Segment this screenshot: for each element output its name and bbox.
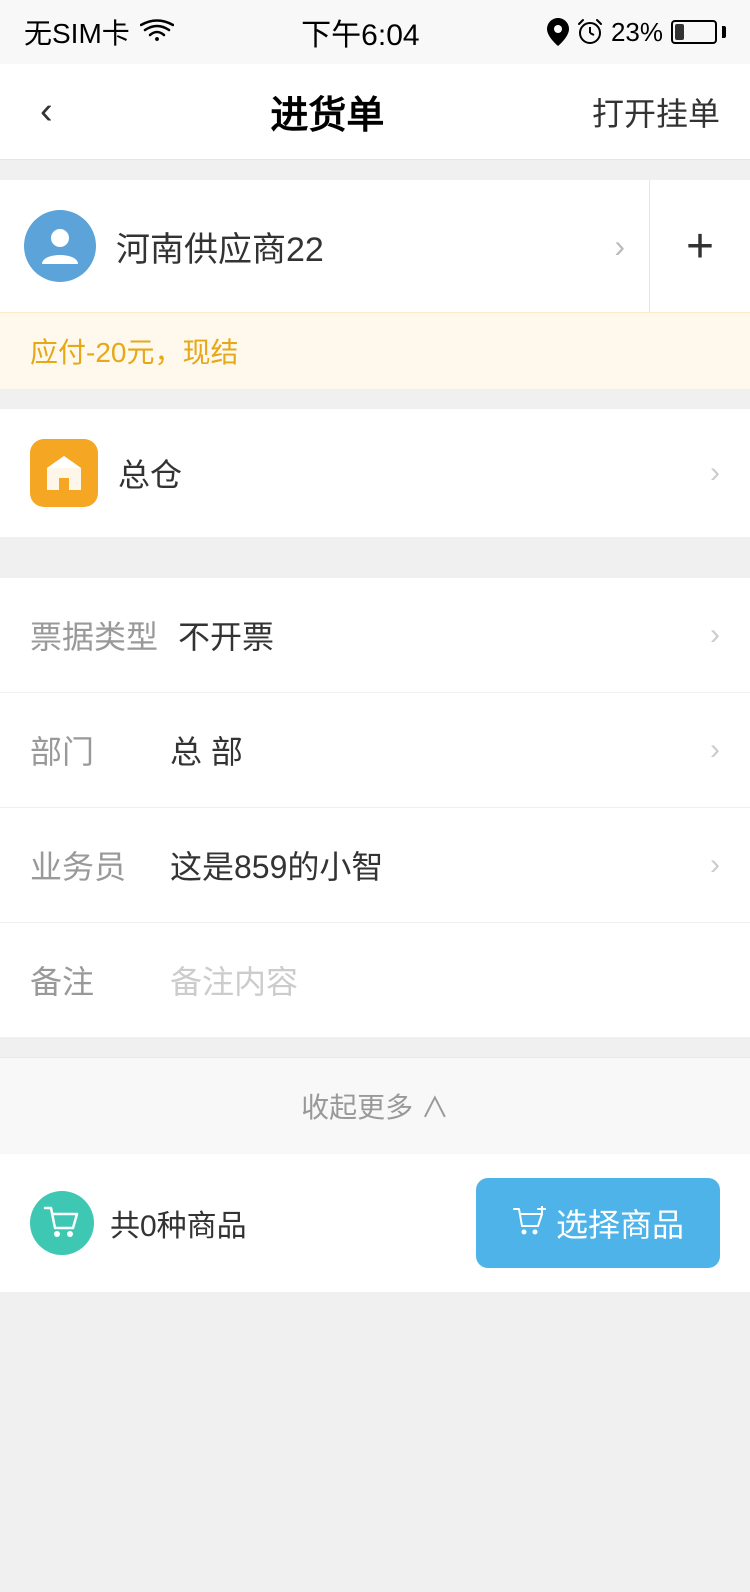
- alarm-icon: [577, 18, 603, 46]
- status-bar-time: 下午6:04: [301, 10, 419, 54]
- person-icon: [38, 224, 82, 268]
- supplier-chevron-icon: ›: [614, 228, 625, 265]
- invoice-type-chevron-icon: ›: [710, 618, 720, 652]
- wifi-icon: [140, 19, 174, 45]
- battery-icon: [671, 20, 726, 44]
- battery-percent: 23%: [611, 17, 663, 48]
- warehouse-chevron-icon: ›: [710, 456, 720, 490]
- form-fields-section: 票据类型 不开票 › 部门 总 部 › 业务员 这是859的小智 › 备注 备注…: [0, 578, 750, 1037]
- warehouse-selector[interactable]: 总仓 ›: [0, 409, 750, 538]
- remark-label: 备注: [30, 957, 150, 1003]
- status-bar-right: 23%: [547, 17, 726, 48]
- bottom-bar: 共0种商品 选择商品: [0, 1154, 750, 1292]
- add-supplier-button[interactable]: +: [650, 180, 750, 312]
- page-title: 进货单: [270, 84, 384, 139]
- status-bar: 无SIM卡 下午6:04 23%: [0, 0, 750, 64]
- select-product-button[interactable]: 选择商品: [476, 1178, 720, 1268]
- nav-bar: ‹ 进货单 打开挂单: [0, 64, 750, 160]
- cart-plus-icon: [512, 1206, 546, 1240]
- salesperson-value: 这是859的小智: [150, 842, 710, 888]
- open-pending-button[interactable]: 打开挂单: [592, 89, 720, 135]
- department-chevron-icon: ›: [710, 733, 720, 767]
- warehouse-icon-bg: [30, 439, 98, 507]
- salesperson-row[interactable]: 业务员 这是859的小智 ›: [0, 808, 750, 923]
- supplier-avatar: [24, 210, 96, 282]
- invoice-type-value: 不开票: [158, 612, 710, 658]
- invoice-type-row[interactable]: 票据类型 不开票 ›: [0, 578, 750, 693]
- section-gap-2: [0, 389, 750, 409]
- location-icon: [547, 18, 569, 46]
- page-background: [0, 1292, 750, 1592]
- back-button[interactable]: ‹: [30, 80, 63, 143]
- salesperson-label: 业务员: [30, 842, 150, 888]
- collapse-label: 收起更多 ∧: [301, 1086, 449, 1126]
- department-value: 总 部: [150, 727, 710, 773]
- remark-input[interactable]: 备注内容: [150, 957, 720, 1003]
- cart-icon: [43, 1204, 81, 1242]
- notice-text: 应付-20元，现结: [30, 337, 238, 368]
- collapse-button[interactable]: 收起更多 ∧: [0, 1057, 750, 1154]
- supplier-section: 河南供应商22 › +: [0, 180, 750, 312]
- salesperson-chevron-icon: ›: [710, 848, 720, 882]
- department-label: 部门: [30, 727, 150, 773]
- warehouse-icon: [43, 452, 85, 494]
- status-bar-left: 无SIM卡: [24, 12, 174, 52]
- carrier-label: 无SIM卡: [24, 12, 130, 52]
- department-row[interactable]: 部门 总 部 ›: [0, 693, 750, 808]
- section-gap-3: [0, 538, 750, 558]
- invoice-type-label: 票据类型: [30, 612, 158, 658]
- remark-row[interactable]: 备注 备注内容: [0, 923, 750, 1037]
- section-gap-1: [0, 160, 750, 180]
- notice-banner: 应付-20元，现结: [0, 312, 750, 389]
- supplier-name: 河南供应商22: [116, 222, 604, 271]
- select-product-label: 选择商品: [556, 1200, 684, 1246]
- product-count-text: 共0种商品: [110, 1201, 476, 1245]
- product-count-icon-bg: [30, 1191, 94, 1255]
- supplier-selector[interactable]: 河南供应商22 ›: [0, 180, 650, 312]
- warehouse-label: 总仓: [118, 450, 710, 496]
